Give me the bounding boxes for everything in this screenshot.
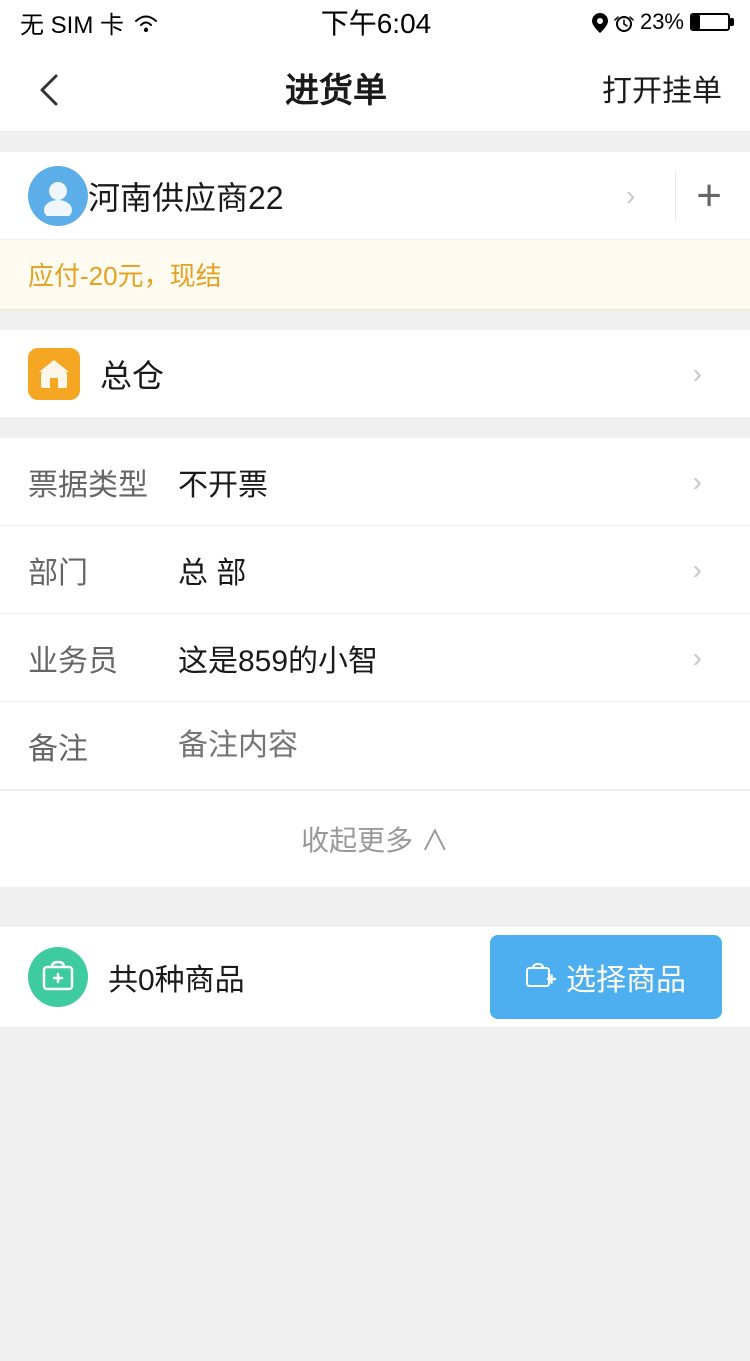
form-section: 票据类型 不开票 › 部门 总 部 › 业务员 这是859的小智 › 备注 <box>0 438 750 790</box>
salesman-row[interactable]: 业务员 这是859的小智 › <box>0 614 750 702</box>
select-goods-button[interactable]: 选择商品 <box>490 935 722 1019</box>
notice-text: 应付-20元，现结 <box>28 261 222 291</box>
supplier-avatar <box>28 166 88 226</box>
supplier-name: 河南供应商22 <box>88 173 626 219</box>
remark-label: 备注 <box>28 724 168 768</box>
invoice-type-row[interactable]: 票据类型 不开票 › <box>0 438 750 526</box>
warehouse-name: 总仓 <box>100 351 693 397</box>
alarm-icon <box>614 9 634 35</box>
wifi-icon <box>132 8 160 36</box>
warehouse-chevron-icon: › <box>693 358 702 390</box>
carrier-label: 无 SIM 卡 <box>20 5 124 40</box>
salesman-value: 这是859的小智 <box>168 636 693 680</box>
section-divider-2 <box>0 887 750 907</box>
department-label: 部门 <box>28 548 168 592</box>
invoice-type-value: 不开票 <box>168 460 693 504</box>
notice-bar: 应付-20元，现结 <box>0 240 750 310</box>
status-right: 23% <box>592 9 730 35</box>
vertical-divider <box>675 171 676 221</box>
warehouse-section: 总仓 › <box>0 330 750 418</box>
warehouse-icon <box>28 348 80 400</box>
remark-row[interactable]: 备注 <box>0 702 750 790</box>
supplier-row[interactable]: 河南供应商22 › + <box>0 152 750 240</box>
nav-bar: 进货单 打开挂单 <box>0 44 750 132</box>
status-time: 下午6:04 <box>321 2 432 42</box>
supplier-section: 河南供应商22 › + 应付-20元，现结 <box>0 152 750 310</box>
battery-label: 23% <box>640 9 684 35</box>
supplier-chevron-icon: › <box>626 180 635 212</box>
invoice-type-label: 票据类型 <box>28 460 168 504</box>
collapse-button[interactable]: 收起更多 ∧ <box>0 790 750 887</box>
section-divider-1 <box>0 132 750 152</box>
page-background <box>0 1027 750 1361</box>
department-value: 总 部 <box>168 548 693 592</box>
collapse-label: 收起更多 ∧ <box>301 819 449 859</box>
status-left: 无 SIM 卡 <box>20 5 160 40</box>
products-footer: 共0种商品 选择商品 <box>0 927 750 1027</box>
open-pending-button[interactable]: 打开挂单 <box>602 66 722 110</box>
invoice-type-chevron-icon: › <box>693 466 702 498</box>
products-icon <box>28 947 88 1007</box>
back-button[interactable] <box>28 57 70 119</box>
select-goods-label: 选择商品 <box>566 955 686 999</box>
salesman-label: 业务员 <box>28 636 168 680</box>
location-icon <box>592 9 608 35</box>
remark-input[interactable] <box>168 729 722 763</box>
add-supplier-button[interactable]: + <box>696 171 722 221</box>
warehouse-row[interactable]: 总仓 › <box>0 330 750 418</box>
salesman-chevron-icon: › <box>693 642 702 674</box>
products-count: 共0种商品 <box>108 955 470 999</box>
battery-icon <box>690 13 730 31</box>
department-chevron-icon: › <box>693 554 702 586</box>
department-row[interactable]: 部门 总 部 › <box>0 526 750 614</box>
status-bar: 无 SIM 卡 下午6:04 23% <box>0 0 750 44</box>
page-title: 进货单 <box>285 63 387 112</box>
